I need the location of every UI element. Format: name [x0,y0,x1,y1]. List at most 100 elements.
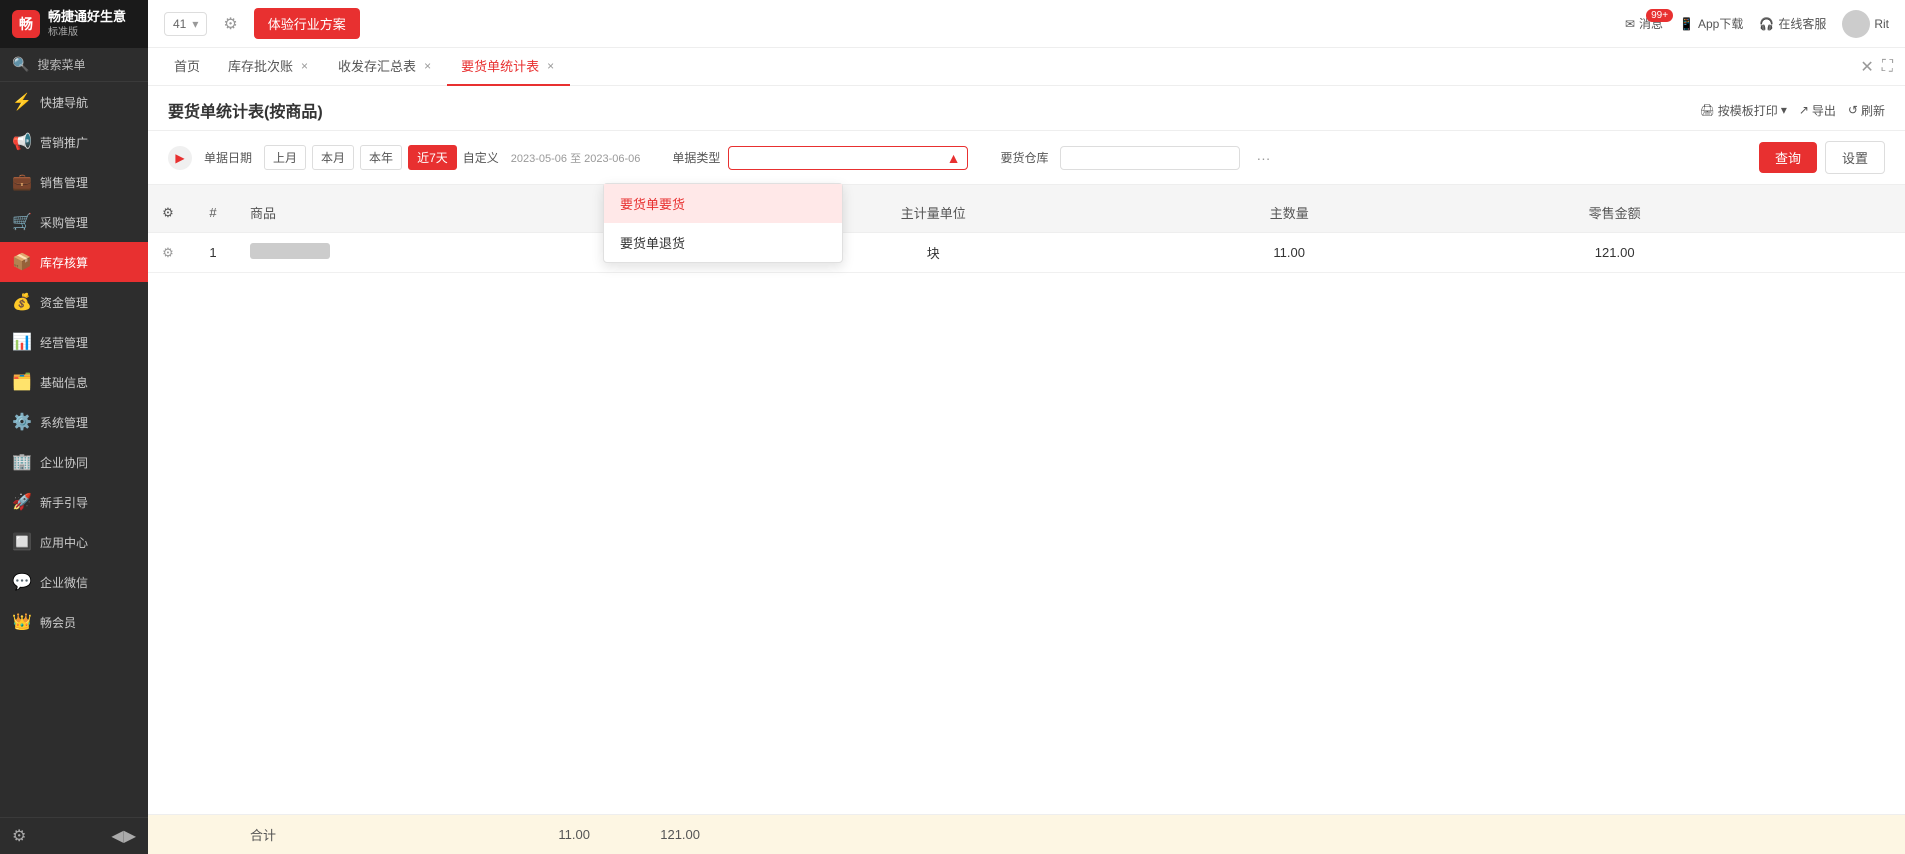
purchase-icon: 🛒 [12,212,30,232]
data-table: ⚙ # 商品 主计量单位 主数量 零售金额 ⚙ 1 [148,193,1905,273]
col-retail-amount: 零售金额 [1437,193,1793,233]
sidebar-item-app-center[interactable]: 🔲 应用中心 [0,522,148,562]
prev-month-button[interactable]: 上月 [264,145,306,170]
sidebar-item-label: 企业微信 [40,574,88,591]
col-main-qty: 主数量 [1142,193,1437,233]
row-main-qty: 11.00 [1142,233,1437,273]
tabs-right-actions: ✕ ⛶ [1860,57,1893,77]
table-row: ⚙ 1 块 11.00 121.00 [148,233,1905,273]
refresh-label: 刷新 [1861,102,1885,119]
warehouse-filter-input[interactable] [1060,146,1240,170]
app-download-label: App下载 [1698,15,1743,32]
sidebar-item-wechat[interactable]: 💬 企业微信 [0,562,148,602]
sidebar-item-system[interactable]: ⚙️ 系统管理 [0,402,148,442]
tab-receive-summary[interactable]: 收发存汇总表 × [324,48,447,86]
tab-home[interactable]: 首页 [160,48,214,86]
type-filter-label: 单据类型 [672,149,720,166]
sidebar-item-label: 系统管理 [40,414,88,431]
finance-icon: 💰 [12,292,30,312]
this-month-button[interactable]: 本月 [312,145,354,170]
page-content: 要货单统计表(按商品) 🖨 按模板打印 ▾ ↗ 导出 ↺ 刷新 ▶ [148,86,1905,854]
print-icon: 🖨 [1700,103,1715,117]
vip-icon: 👑 [12,612,30,632]
sidebar-item-label: 采购管理 [40,214,88,231]
sidebar-item-guide[interactable]: 🚀 新手引导 [0,482,148,522]
date-group: 上月 本月 本年 近7天 自定义 [264,145,499,170]
app-logo: 畅 [12,10,40,38]
settings-footer-button[interactable]: ⚙ [12,826,26,846]
user-avatar [1842,10,1870,38]
messages-badge: 99+ [1646,9,1673,22]
tab-receive-summary-close[interactable]: × [422,57,433,75]
page-title: 要货单统计表(按商品) [168,98,323,122]
sidebar-nav: ⚡ 快捷导航 📢 营销推广 💼 销售管理 🛒 采购管理 📦 库存核算 💰 资金管… [0,82,148,817]
footer-label: 合计 [250,825,390,844]
print-button[interactable]: 🖨 按模板打印 ▾ [1700,102,1787,119]
guide-icon: 🚀 [12,492,30,512]
tab-order-stats[interactable]: 要货单统计表 × [447,48,570,86]
sidebar-item-sales[interactable]: 💼 销售管理 [0,162,148,202]
service-button[interactable]: 🎧 在线客服 [1759,15,1826,32]
filter-expand-button[interactable]: ▶ [168,146,192,170]
refresh-button[interactable]: ↺ 刷新 [1848,102,1885,119]
trial-button[interactable]: 体验行业方案 [254,8,360,39]
sidebar-item-marketing[interactable]: 📢 营销推广 [0,122,148,162]
inventory-icon: 📦 [12,252,30,272]
topbar-gear-icon[interactable]: ⚙ [219,10,241,38]
export-button[interactable]: ↗ 导出 [1799,102,1836,119]
sidebar-item-enterprise[interactable]: 🏢 企业协同 [0,442,148,482]
collapse-sidebar-button[interactable]: ◀▶ [111,826,136,846]
query-button[interactable]: 查询 [1759,142,1817,173]
sidebar-item-quick-nav[interactable]: ⚡ 快捷导航 [0,82,148,122]
chevron-down-icon: ▾ [192,17,198,31]
sidebar-item-label: 基础信息 [40,374,88,391]
settings-button[interactable]: 设置 [1825,141,1885,174]
service-icon: 🎧 [1759,17,1774,31]
footer-retail-amount: 121.00 [620,827,700,842]
app-download-button[interactable]: 📱 App下载 [1679,15,1743,32]
last-7-days-button[interactable]: 近7天 [408,145,457,170]
expand-tabs-button[interactable]: ⛶ [1882,58,1893,76]
sidebar-item-finance[interactable]: 💰 资金管理 [0,282,148,322]
row-extra [1793,233,1905,273]
custom-date-label[interactable]: 自定义 [463,149,499,166]
search-icon: 🔍 [12,56,29,73]
sidebar-item-purchase[interactable]: 🛒 采购管理 [0,202,148,242]
data-table-area: ⚙ # 商品 主计量单位 主数量 零售金额 ⚙ 1 [148,193,1905,814]
user-avatar-button[interactable]: Rit [1842,10,1889,38]
enterprise-icon: 🏢 [12,452,30,472]
sidebar-item-label: 资金管理 [40,294,88,311]
messages-button[interactable]: ✉ 消息 99+ [1625,15,1663,32]
tab-batch-account[interactable]: 库存批次账 × [214,48,324,86]
user-name: Rit [1874,17,1889,31]
row-settings-icon[interactable]: ⚙ [148,233,188,273]
system-icon: ⚙️ [12,412,30,432]
sidebar-item-inventory[interactable]: 📦 库存核算 [0,242,148,282]
sidebar-item-label: 经营管理 [40,334,88,351]
this-year-button[interactable]: 本年 [360,145,402,170]
sidebar-item-vip[interactable]: 👑 畅会员 [0,602,148,642]
company-dropdown[interactable]: 41 ▾ [164,12,207,36]
sidebar-item-label: 营销推广 [40,134,88,151]
tab-batch-account-label: 库存批次账 [228,56,293,75]
sidebar-item-base-info[interactable]: 🗂️ 基础信息 [0,362,148,402]
col-settings[interactable]: ⚙ [148,193,188,233]
tab-order-stats-close[interactable]: × [545,57,556,75]
filter-more-button[interactable]: ··· [1256,150,1270,166]
type-input-wrapper: ▲ [728,146,968,170]
date-range-display: 2023-05-06 至 2023-06-06 [511,150,641,166]
close-all-tabs-button[interactable]: ✕ [1860,57,1873,77]
tab-batch-account-close[interactable]: × [299,57,310,75]
date-filter-label: 单据日期 [204,149,252,166]
type-dropdown-arrow-icon[interactable]: ▲ [947,150,961,166]
sidebar-search[interactable]: 🔍 搜索菜单 [0,48,148,82]
export-icon: ↗ [1799,103,1809,117]
type-filter-input[interactable] [728,146,968,170]
sidebar-item-operation[interactable]: 📊 经营管理 [0,322,148,362]
tab-receive-summary-label: 收发存汇总表 [338,56,416,75]
dropdown-item-purchase-return[interactable]: 要货单退货 [604,223,842,262]
dropdown-item-purchase-order[interactable]: 要货单要货 [604,184,842,223]
operation-icon: 📊 [12,332,30,352]
app-center-icon: 🔲 [12,532,30,552]
filter-bar: ▶ 单据日期 上月 本月 本年 近7天 自定义 2023-05-06 至 202… [148,131,1905,185]
